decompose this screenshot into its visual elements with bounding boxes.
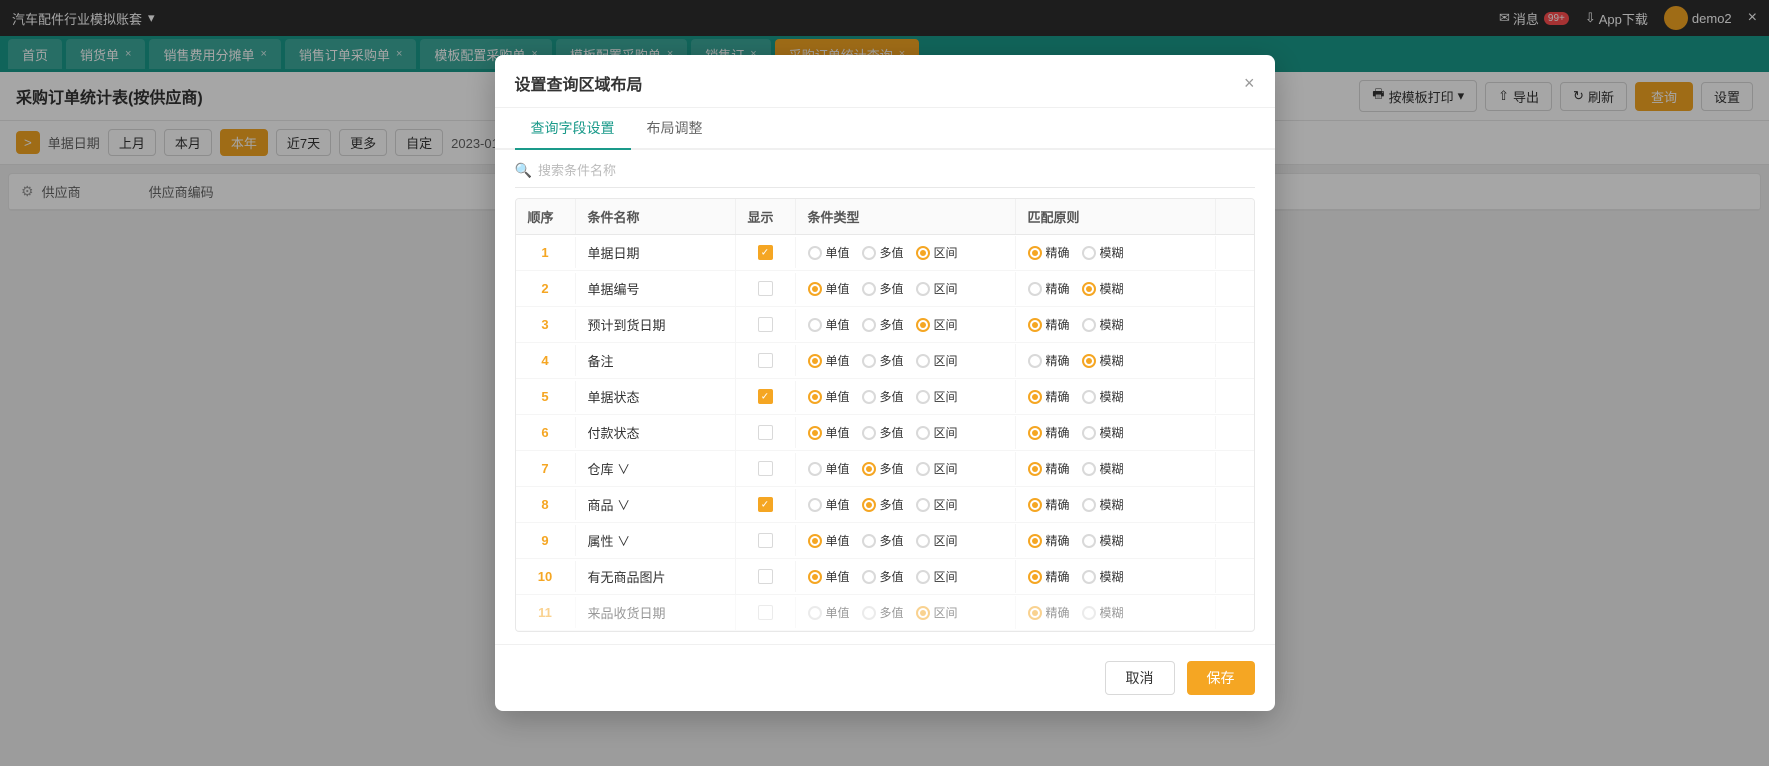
table-row: 8 商品 ∨ 单值 多值 区间 精确 [516,487,1254,523]
type-radio-2: 单值 多值 区间 [808,280,1003,297]
match-radio-4: 精确 模糊 [1028,352,1203,369]
cancel-btn[interactable]: 取消 [1105,661,1175,695]
type-radio-1: 单值 多值 区间 [808,244,1003,261]
display-checkbox-5[interactable] [758,389,773,404]
dialog-footer: 取消 保存 [495,644,1275,711]
display-checkbox-3[interactable] [758,317,773,332]
search-input[interactable] [538,163,1255,178]
save-btn[interactable]: 保存 [1187,661,1255,695]
dialog-title: 设置查询区域布局 [515,71,643,95]
col-name: 条件名称 [576,199,736,234]
match-radio-6: 精确 模糊 [1028,424,1203,441]
match-radio-2: 精确 模糊 [1028,280,1203,297]
table-row: 11 来品收货日期 单值 多值 区间 精确 [516,595,1254,631]
match-radio-8: 精确 模糊 [1028,496,1203,513]
dialog-header: 设置查询区域布局 × [495,55,1275,108]
display-checkbox-4[interactable] [758,353,773,368]
type-radio-5: 单值 多值 区间 [808,388,1003,405]
col-match: 匹配原则 [1016,199,1216,234]
search-box: 🔍 [515,162,1255,188]
match-radio-1: 精确 模糊 [1028,244,1203,261]
dialog-tabs: 查询字段设置 布局调整 [495,108,1275,150]
type-radio-6: 单值 多值 区间 [808,424,1003,441]
dialog-overlay: 设置查询区域布局 × 查询字段设置 布局调整 🔍 顺序 [0,0,1769,766]
match-radio-7: 精确 模糊 [1028,460,1203,477]
match-radio-3: 精确 模糊 [1028,316,1203,333]
type-radio-3: 单值 多值 区间 [808,316,1003,333]
table-row: 10 有无商品图片 单值 多值 区间 精确 [516,559,1254,595]
table-row: 9 属性 ∨ 单值 多值 区间 精确 [516,523,1254,559]
display-checkbox-7[interactable] [758,461,773,476]
table-row: 7 仓库 ∨ 单值 多值 区间 精确 [516,451,1254,487]
search-icon: 🔍 [515,162,532,179]
table-row: 3 预计到货日期 单值 多值 区间 精确 [516,307,1254,343]
settings-dialog: 设置查询区域布局 × 查询字段设置 布局调整 🔍 顺序 [495,55,1275,711]
display-checkbox-10[interactable] [758,569,773,584]
dialog-tab-layout[interactable]: 布局调整 [631,108,719,150]
dialog-tab-fields[interactable]: 查询字段设置 [515,108,631,150]
fields-table: 顺序 条件名称 显示 条件类型 匹配原则 1 单据日期 单值 [515,198,1255,632]
table-row: 4 备注 单值 多值 区间 精确 [516,343,1254,379]
match-radio-9: 精确 模糊 [1028,532,1203,549]
table-row: 6 付款状态 单值 多值 区间 精确 [516,415,1254,451]
display-checkbox-11[interactable] [758,605,773,620]
display-checkbox-1[interactable] [758,245,773,260]
type-radio-4: 单值 多值 区间 [808,352,1003,369]
match-radio-10: 精确 模糊 [1028,568,1203,585]
display-checkbox-6[interactable] [758,425,773,440]
match-radio-5: 精确 模糊 [1028,388,1203,405]
display-checkbox-8[interactable] [758,497,773,512]
col-order: 顺序 [516,199,576,234]
col-display: 显示 [736,199,796,234]
type-radio-11: 单值 多值 区间 [808,604,1003,621]
display-checkbox-2[interactable] [758,281,773,296]
table-row: 5 单据状态 单值 多值 区间 精确 [516,379,1254,415]
col-type: 条件类型 [796,199,1016,234]
match-radio-11: 精确 模糊 [1028,604,1203,621]
dialog-close-btn[interactable]: × [1244,74,1255,92]
type-radio-7: 单值 多值 区间 [808,460,1003,477]
type-radio-10: 单值 多值 区间 [808,568,1003,585]
display-checkbox-9[interactable] [758,533,773,548]
dialog-body: 🔍 顺序 条件名称 显示 条件类型 匹配原则 1 单据日期 [495,150,1275,644]
table-row: 2 单据编号 单值 多值 区间 精确 [516,271,1254,307]
table-row: 1 单据日期 单值 多值 区间 精确 [516,235,1254,271]
type-radio-8: 单值 多值 区间 [808,496,1003,513]
table-header-row: 顺序 条件名称 显示 条件类型 匹配原则 [516,199,1254,235]
type-radio-9: 单值 多值 区间 [808,532,1003,549]
